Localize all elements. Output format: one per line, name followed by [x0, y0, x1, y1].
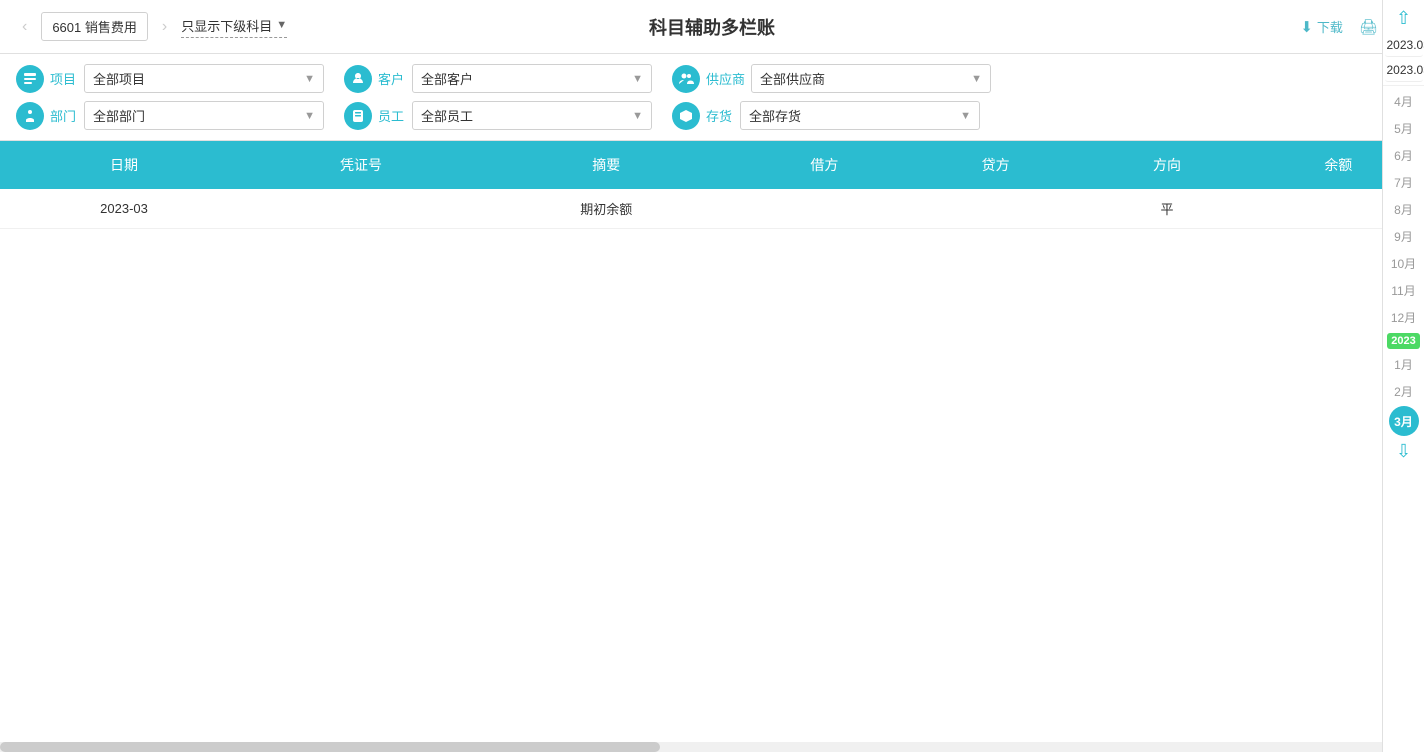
sidebar-month-7[interactable]: 7月: [1385, 170, 1423, 195]
sidebar-divider-1: [1383, 85, 1424, 86]
project-select[interactable]: 全部项目 ▼: [84, 64, 324, 93]
employee-select-arrow-icon: ▼: [632, 110, 643, 122]
sidebar-month-10[interactable]: 10月: [1385, 251, 1423, 276]
inventory-select-arrow-icon: ▼: [960, 110, 971, 122]
show-sub-account-btn[interactable]: 只显示下级科目 ▼: [181, 16, 287, 38]
supplier-label: 供应商: [706, 69, 745, 88]
employee-icon: [344, 102, 372, 130]
table-header-row: 日期 凭证号 摘要 借方 贷方 方向 余额: [0, 141, 1424, 189]
inventory-icon: [672, 102, 700, 130]
project-select-arrow-icon: ▼: [304, 73, 315, 85]
filter-item-project: 项目 全部项目 ▼: [16, 64, 324, 93]
col-direction: 方向: [1081, 141, 1252, 189]
customer-label: 客户: [378, 69, 406, 88]
main-content: 日期 凭证号 摘要 借方 贷方 方向 余额 2023-03 期初余额: [0, 141, 1424, 752]
employee-select-value: 全部员工: [421, 106, 473, 125]
download-label: 下载: [1317, 17, 1343, 36]
main-window: ‹ 6601 销售费用 › 只显示下级科目 ▼ 科目辅助多栏账 ⬇ 下载 🖨 打…: [0, 0, 1424, 752]
download-icon: ⬇: [1300, 18, 1313, 36]
dept-select[interactable]: 全部部门 ▼: [84, 101, 324, 130]
dept-select-arrow-icon: ▼: [304, 110, 315, 122]
table-row[interactable]: 2023-03 期初余额 平: [0, 189, 1424, 229]
cell-direction: 平: [1081, 189, 1252, 229]
filter-row-2: 部门 全部部门 ▼ 员工 全部员工 ▼: [16, 101, 1408, 130]
filter-item-customer: 客户 全部客户 ▼: [344, 64, 652, 93]
sidebar-scroll-down-btn[interactable]: ⇩: [1385, 437, 1423, 466]
filter-item-dept: 部门 全部部门 ▼: [16, 101, 324, 130]
filter-row-1: 项目 全部项目 ▼ 客户 全部客户 ▼: [16, 64, 1408, 93]
cell-credit: [910, 189, 1081, 229]
dept-icon: [16, 102, 44, 130]
dept-label: 部门: [50, 106, 78, 125]
data-table: 日期 凭证号 摘要 借方 贷方 方向 余额 2023-03 期初余额: [0, 141, 1424, 229]
col-date: 日期: [0, 141, 248, 189]
inventory-select[interactable]: 全部存货 ▼: [740, 101, 980, 130]
project-label: 项目: [50, 69, 78, 88]
page-title: 科目辅助多栏账: [649, 14, 775, 40]
sidebar-month-6[interactable]: 6月: [1385, 143, 1423, 168]
sidebar-month-8[interactable]: 8月: [1385, 197, 1423, 222]
sidebar-month-11[interactable]: 11月: [1385, 278, 1423, 303]
cell-date: 2023-03: [0, 189, 248, 229]
project-select-value: 全部项目: [93, 69, 145, 88]
col-credit: 贷方: [910, 141, 1081, 189]
inventory-select-value: 全部存货: [749, 106, 801, 125]
next-account-btn[interactable]: ›: [156, 16, 173, 38]
download-btn[interactable]: ⬇ 下载: [1300, 17, 1343, 36]
cell-summary: 期初余额: [474, 189, 739, 229]
sidebar-month-2[interactable]: 2月: [1385, 379, 1423, 404]
right-sidebar: ⇧ 2023.03 2023.03 4月 5月 6月 7月 8月 9月 10月 …: [1382, 0, 1424, 752]
customer-select[interactable]: 全部客户 ▼: [412, 64, 652, 93]
supplier-select-arrow-icon: ▼: [971, 73, 982, 85]
employee-select[interactable]: 全部员工 ▼: [412, 101, 652, 130]
sidebar-month-1[interactable]: 1月: [1385, 352, 1423, 377]
filter-item-employee: 员工 全部员工 ▼: [344, 101, 652, 130]
cell-debit: [739, 189, 910, 229]
account-code-display: 6601 销售费用: [41, 12, 148, 41]
dept-select-value: 全部部门: [93, 106, 145, 125]
table-area: 日期 凭证号 摘要 借方 贷方 方向 余额 2023-03 期初余额: [0, 141, 1424, 752]
scrollbar-thumb[interactable]: [0, 742, 660, 752]
sidebar-month-4[interactable]: 4月: [1385, 89, 1423, 114]
customer-icon: [344, 65, 372, 93]
show-sub-arrow-icon: ▼: [276, 19, 287, 31]
sidebar-month-top-2[interactable]: 2023.03: [1385, 59, 1423, 82]
customer-select-arrow-icon: ▼: [632, 73, 643, 85]
sidebar-month-top-1[interactable]: 2023.03: [1385, 34, 1423, 57]
inventory-label: 存货: [706, 106, 734, 125]
show-sub-label: 只显示下级科目: [181, 16, 272, 35]
title-bar: ‹ 6601 销售费用 › 只显示下级科目 ▼ 科目辅助多栏账 ⬇ 下载 🖨 打…: [0, 0, 1424, 54]
filter-bar: 项目 全部项目 ▼ 客户 全部客户 ▼: [0, 54, 1424, 141]
project-icon: [16, 65, 44, 93]
cell-voucher: [248, 189, 474, 229]
table-body: 2023-03 期初余额 平: [0, 189, 1424, 229]
title-bar-left: ‹ 6601 销售费用 › 只显示下级科目 ▼: [16, 12, 287, 41]
supplier-select[interactable]: 全部供应商 ▼: [751, 64, 991, 93]
table-header: 日期 凭证号 摘要 借方 贷方 方向 余额: [0, 141, 1424, 189]
sidebar-scroll-up-btn[interactable]: ⇧: [1385, 4, 1423, 33]
sidebar-month-12[interactable]: 12月: [1385, 305, 1423, 330]
col-debit: 借方: [739, 141, 910, 189]
customer-select-value: 全部客户: [421, 69, 473, 88]
col-voucher: 凭证号: [248, 141, 474, 189]
sidebar-month-3-active[interactable]: 3月: [1389, 406, 1419, 436]
print-icon: 🖨: [1359, 18, 1378, 36]
horizontal-scrollbar[interactable]: [0, 742, 1384, 752]
supplier-select-value: 全部供应商: [760, 69, 825, 88]
employee-label: 员工: [378, 106, 406, 125]
filter-item-inventory: 存货 全部存货 ▼: [672, 101, 980, 130]
sidebar-month-5[interactable]: 5月: [1385, 116, 1423, 141]
supplier-icon: [672, 65, 700, 93]
sidebar-month-9[interactable]: 9月: [1385, 224, 1423, 249]
prev-account-btn[interactable]: ‹: [16, 16, 33, 38]
sidebar-year-badge: 2023: [1387, 333, 1419, 349]
filter-item-supplier: 供应商 全部供应商 ▼: [672, 64, 991, 93]
col-summary: 摘要: [474, 141, 739, 189]
